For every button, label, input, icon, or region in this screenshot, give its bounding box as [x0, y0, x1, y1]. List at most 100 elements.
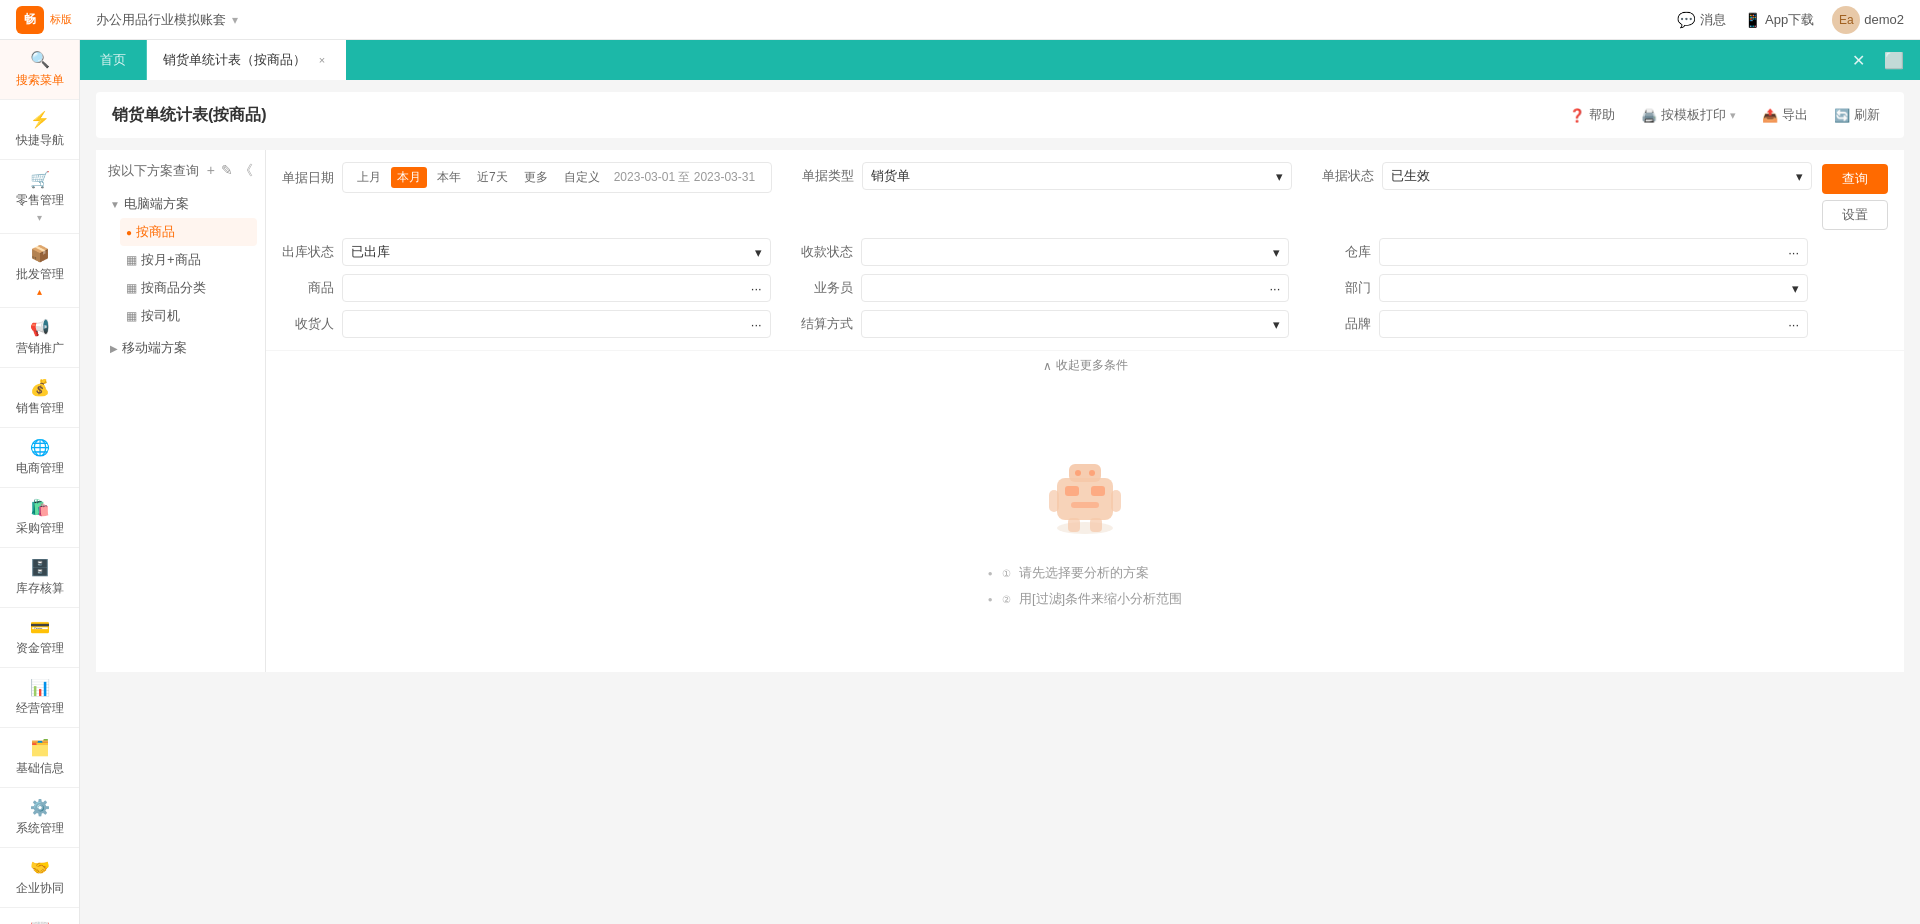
sidebar-item-system[interactable]: ⚙️ 系统管理: [0, 788, 79, 848]
tab-maximize-btn[interactable]: ⬜: [1880, 46, 1908, 74]
date-tab-more[interactable]: 更多: [518, 167, 554, 188]
page-header: 销货单统计表(按商品) ❓ 帮助 🖨️ 按模板打印 ▾ 📤 导出: [96, 92, 1904, 138]
date-tab-this-year[interactable]: 本年: [431, 167, 467, 188]
workspace-dropdown-icon[interactable]: ▾: [232, 13, 238, 27]
sales-icon: 💰: [30, 378, 50, 397]
export-btn[interactable]: 📤 导出: [1754, 102, 1816, 128]
message-btn[interactable]: 💬 消息: [1677, 11, 1726, 29]
collapse-bar[interactable]: ∧ 收起更多条件: [266, 350, 1904, 380]
date-tab-last-month[interactable]: 上月: [351, 167, 387, 188]
query-btn[interactable]: 查询: [1822, 164, 1888, 194]
sidebar-ecommerce-label: 电商管理: [16, 460, 64, 477]
brand-dots-icon: ···: [1788, 317, 1799, 332]
warehouse-value[interactable]: ···: [1379, 238, 1808, 266]
receiver-value[interactable]: ···: [342, 310, 771, 338]
doc-status-arrow-icon: ▾: [1796, 169, 1803, 184]
sidebar-item-enterprise[interactable]: 🤝 企业协同: [0, 848, 79, 908]
salesperson-value[interactable]: ···: [861, 274, 1290, 302]
grid-icon-1: ▦: [126, 253, 137, 267]
out-status-filter: 出库状态 已出库 ▾: [282, 238, 771, 266]
tab-home[interactable]: 首页: [80, 40, 147, 80]
doc-status-value[interactable]: 已生效 ▾: [1382, 162, 1812, 190]
marketing-icon: 📢: [30, 318, 50, 337]
tree-item-by-month-product[interactable]: ▦ 按月+商品: [120, 246, 257, 274]
department-value[interactable]: ▾: [1379, 274, 1808, 302]
collect-status-value[interactable]: ▾: [861, 238, 1290, 266]
date-tab-custom[interactable]: 自定义: [558, 167, 606, 188]
sidebar-item-purchase[interactable]: 🛍️ 采购管理: [0, 488, 79, 548]
date-filter-row: 单据日期 上月 本月 本年 近7天 更多 自定义: [282, 162, 772, 193]
svg-rect-3: [1091, 486, 1105, 496]
sidebar-item-wholesale[interactable]: 📦 批发管理 ▴: [0, 234, 79, 308]
tree-item-label: 按商品: [136, 223, 175, 241]
sidebar-item-guide[interactable]: 📖 新手引导: [0, 908, 79, 924]
svg-rect-2: [1065, 486, 1079, 496]
refresh-label: 刷新: [1854, 106, 1880, 124]
tree-group-mobile[interactable]: ▶ 移动端方案: [104, 334, 257, 362]
tree-item-by-category[interactable]: ▦ 按商品分类: [120, 274, 257, 302]
payment-label: 结算方式: [801, 315, 861, 333]
empty-tip-2: ② 用[过滤]条件来缩小分析范围: [988, 586, 1182, 612]
guide-icon: 📖: [30, 918, 50, 924]
date-filter[interactable]: 上月 本月 本年 近7天 更多 自定义 2023-03-01 至 2023-03…: [342, 162, 772, 193]
print-btn[interactable]: 🖨️ 按模板打印 ▾: [1633, 102, 1744, 128]
quicknav-icon: ⚡: [30, 110, 50, 129]
tab-bar: 首页 销货单统计表（按商品） × ✕ ⬜: [80, 40, 1920, 80]
tree-group-desktop[interactable]: ▼ 电脑端方案: [104, 190, 257, 218]
retail-expand-icon: ▾: [37, 212, 42, 223]
grid-icon-2: ▦: [126, 281, 137, 295]
settings-btn[interactable]: 设置: [1822, 200, 1888, 230]
tree-mobile-arrow: ▶: [110, 343, 118, 354]
tree-item-by-product[interactable]: ● 按商品: [120, 218, 257, 246]
inventory-icon: 🗄️: [30, 558, 50, 577]
tree-item-by-driver[interactable]: ▦ 按司机: [120, 302, 257, 330]
tree-item-label-2: 按月+商品: [141, 251, 201, 269]
goods-value[interactable]: ···: [342, 274, 771, 302]
doc-type-arrow-icon: ▾: [1276, 169, 1283, 184]
date-tab-7days[interactable]: 近7天: [471, 167, 514, 188]
app-download-btn[interactable]: 📱 App下载: [1744, 11, 1814, 29]
sidebar-marketing-label: 营销推广: [16, 340, 64, 357]
add-scheme-btn[interactable]: +: [207, 162, 215, 180]
retail-icon: 🛒: [30, 170, 50, 189]
doc-type-value[interactable]: 销货单 ▾: [862, 162, 1292, 190]
sidebar-item-operation[interactable]: 📊 经营管理: [0, 668, 79, 728]
sidebar-item-ecommerce[interactable]: 🌐 电商管理: [0, 428, 79, 488]
help-btn[interactable]: ❓ 帮助: [1561, 102, 1623, 128]
doc-type-filter: 单据类型 销货单 ▾: [802, 162, 1292, 190]
finance-icon: 💳: [30, 618, 50, 637]
tab-active[interactable]: 销货单统计表（按商品） ×: [147, 40, 346, 80]
print-icon: 🖨️: [1641, 108, 1657, 123]
sidebar-item-marketing[interactable]: 📢 营销推广: [0, 308, 79, 368]
collect-status-filter: 收款状态 ▾: [801, 238, 1290, 266]
payment-value[interactable]: ▾: [861, 310, 1290, 338]
sidebar-item-finance[interactable]: 💳 资金管理: [0, 608, 79, 668]
sidebar-item-basic[interactable]: 🗂️ 基础信息: [0, 728, 79, 788]
left-panel-actions: + ✎ 《: [207, 162, 253, 180]
sidebar-system-label: 系统管理: [16, 820, 64, 837]
sidebar-item-search[interactable]: 🔍 搜索菜单: [0, 40, 79, 100]
active-dot-icon: ●: [126, 227, 132, 238]
brand-value[interactable]: ···: [1379, 310, 1808, 338]
avatar: Ea: [1832, 6, 1860, 34]
help-icon: ❓: [1569, 108, 1585, 123]
sidebar-item-inventory[interactable]: 🗄️ 库存核算: [0, 548, 79, 608]
date-tab-this-month[interactable]: 本月: [391, 167, 427, 188]
salesperson-label: 业务员: [801, 279, 861, 297]
svg-rect-4: [1071, 502, 1099, 508]
collapse-panel-btn[interactable]: 《: [239, 162, 253, 180]
out-status-value[interactable]: 已出库 ▾: [342, 238, 771, 266]
sidebar-item-quicknav[interactable]: ⚡ 快捷导航: [0, 100, 79, 160]
user-area[interactable]: Ea demo2: [1832, 6, 1904, 34]
wholesale-expand-icon: ▴: [37, 286, 42, 297]
sidebar-item-retail[interactable]: 🛒 零售管理 ▾: [0, 160, 79, 234]
tab-minimize-btn[interactable]: ✕: [1844, 46, 1872, 74]
refresh-btn[interactable]: 🔄 刷新: [1826, 102, 1888, 128]
tree-group-label: 电脑端方案: [124, 195, 189, 213]
sidebar-item-sales[interactable]: 💰 销售管理: [0, 368, 79, 428]
wholesale-icon: 📦: [30, 244, 50, 263]
warehouse-filter: 仓库 ···: [1319, 238, 1808, 266]
edit-scheme-btn[interactable]: ✎: [221, 162, 233, 180]
workspace-title-area: 办公用品行业模拟账套 ▾: [96, 11, 1677, 29]
tab-close-btn[interactable]: ×: [314, 52, 330, 68]
